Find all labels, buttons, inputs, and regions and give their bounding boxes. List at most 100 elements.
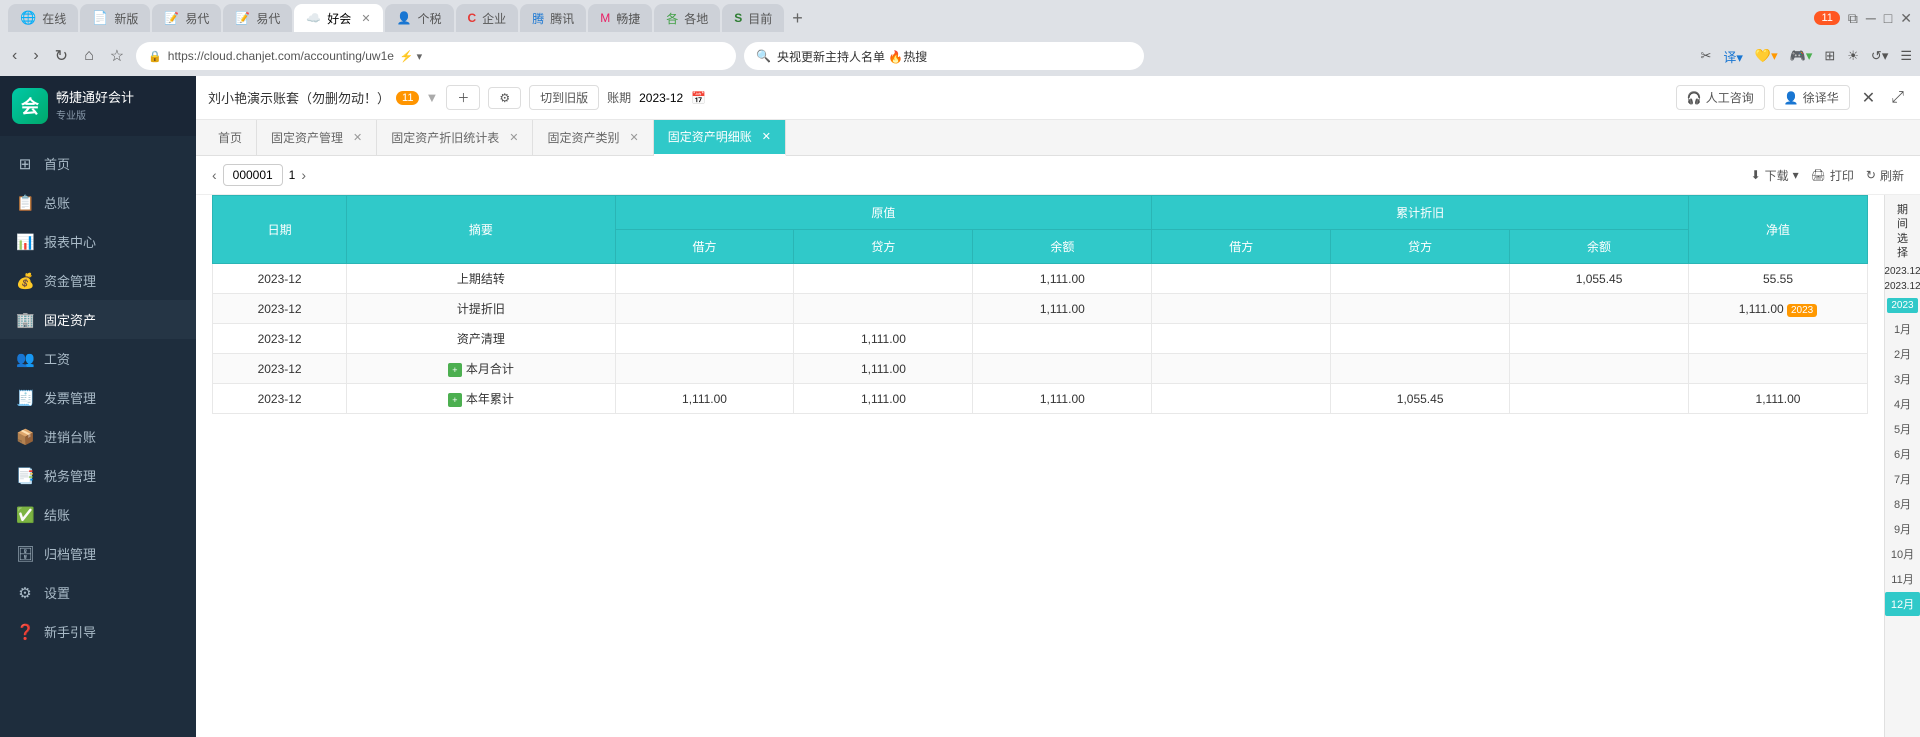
page-input[interactable] [223, 164, 283, 186]
forward-button[interactable]: › [29, 45, 42, 67]
history-icon[interactable]: ↺▾ [1871, 48, 1888, 64]
home-button[interactable]: ⌂ [80, 45, 98, 67]
table-cell [1331, 294, 1510, 324]
header-icons: 🎧 人工咨询 👤 徐译华 ✕ ⤢ [1676, 85, 1908, 110]
expand-button[interactable]: ⤢ [1887, 87, 1908, 109]
browser-tab-2[interactable]: 📄 新版 [80, 4, 150, 32]
tab-fixed-assets-mgmt-close[interactable]: ✕ [353, 131, 362, 144]
back-button[interactable]: ‹ [8, 45, 21, 67]
settings-small-button[interactable]: ⚙ [488, 87, 521, 109]
period-month[interactable]: 11月 [1885, 567, 1920, 591]
reports-icon: 📊 [16, 233, 34, 251]
period-month[interactable]: 6月 [1885, 442, 1920, 466]
period-month[interactable]: 8月 [1885, 492, 1920, 516]
period-date-to: 2023.12 [1884, 279, 1920, 294]
sidebar-item-stock[interactable]: 📦 进销台账 [0, 417, 196, 456]
browser-tab-10[interactable]: 各 各地 [654, 4, 720, 32]
reload-button[interactable]: ↻ [51, 44, 72, 68]
logo-text-area: 畅捷通好会计 专业版 [56, 90, 134, 122]
address-bar[interactable]: 🔒 https://cloud.chanjet.com/accounting/u… [136, 42, 736, 70]
user-button[interactable]: 👤 徐译华 [1773, 85, 1850, 110]
period-month[interactable]: 12月 [1885, 592, 1920, 616]
home-icon: ⊞ [16, 155, 34, 173]
sidebar-item-home[interactable]: ⊞ 首页 [0, 144, 196, 183]
tab-asset-category-close[interactable]: ✕ [630, 131, 639, 144]
sidebar-item-ledger[interactable]: 📋 总账 [0, 183, 196, 222]
menu-icon[interactable]: ☰ [1900, 48, 1912, 64]
period-month[interactable]: 5月 [1885, 417, 1920, 441]
tab9-label: 畅捷 [616, 10, 640, 27]
refresh-button[interactable]: ↻ 刷新 [1866, 167, 1904, 184]
translate-icon[interactable]: 译▾ [1723, 47, 1743, 66]
wallet-icon[interactable]: 💛▾ [1755, 48, 1778, 64]
table-cell: 2023-12 [213, 324, 347, 354]
period-month[interactable]: 7月 [1885, 467, 1920, 491]
tab-expand-icon[interactable]: ⧉ [1848, 10, 1858, 27]
search-bar[interactable]: 🔍 央视更新主持人名单 🔥热搜 [744, 42, 1144, 70]
download-icon: ⬇ [1751, 168, 1761, 182]
page-tabs: 首页 固定资产管理 ✕ 固定资产折旧统计表 ✕ 固定资产类别 ✕ 固定资产明细账… [196, 120, 1920, 156]
scissors-icon[interactable]: ✂ [1700, 48, 1711, 64]
sidebar-item-closing[interactable]: ✅ 结账 [0, 495, 196, 534]
tab-depreciation-stats[interactable]: 固定资产折旧统计表 ✕ [377, 120, 533, 156]
th-net-value: 净值 [1689, 196, 1868, 264]
collapse-button[interactable]: ✕ [1858, 86, 1879, 110]
tab-fixed-assets-mgmt[interactable]: 固定资产管理 ✕ [257, 120, 377, 156]
grid-icon[interactable]: ⊞ [1824, 48, 1835, 64]
archive-icon: 🗄 [16, 545, 34, 563]
sidebar-item-tax[interactable]: 📑 税务管理 [0, 456, 196, 495]
sidebar-item-archive-label: 归档管理 [44, 544, 96, 563]
prev-page-button[interactable]: ‹ [212, 167, 217, 183]
bookmark-button[interactable]: ☆ [106, 44, 128, 68]
browser-tab-6[interactable]: 👤 个税 [385, 4, 454, 32]
add-account-button[interactable]: ＋ [446, 85, 480, 110]
browser-tab-5[interactable]: ☁️ 好会 ✕ [294, 4, 382, 32]
print-button[interactable]: 🖨 打印 [1811, 167, 1854, 184]
download-button[interactable]: ⬇ 下载 ▾ [1751, 167, 1799, 184]
game-icon[interactable]: 🎮▾ [1790, 48, 1813, 64]
account-selector[interactable]: 刘小艳演示账套（勿删勿动！） 11 ▼ [208, 88, 438, 107]
next-page-button[interactable]: › [301, 167, 306, 183]
tab-depreciation-stats-close[interactable]: ✕ [509, 131, 518, 144]
calendar-icon[interactable]: 📅 [691, 91, 706, 105]
tab-asset-category[interactable]: 固定资产类别 ✕ [533, 120, 653, 156]
sidebar-item-invoice[interactable]: 🧾 发票管理 [0, 378, 196, 417]
browser-tab-4[interactable]: 📝 易代 [223, 4, 292, 32]
sidebar-item-funds[interactable]: 💰 资金管理 [0, 261, 196, 300]
period-month[interactable]: 4月 [1885, 392, 1920, 416]
new-tab-button[interactable]: + [786, 8, 809, 29]
period-month[interactable]: 1月 [1885, 317, 1920, 341]
browser-tab-1[interactable]: 🌐 在线 [8, 4, 78, 32]
tab5-close[interactable]: ✕ [361, 12, 370, 25]
year-badge[interactable]: 2023 [1887, 298, 1917, 313]
period-month[interactable]: 10月 [1885, 542, 1920, 566]
browser-tab-3[interactable]: 📝 易代 [152, 4, 221, 32]
browser-tab-9[interactable]: M 畅捷 [588, 4, 652, 32]
tab-asset-detail-ledger[interactable]: 固定资产明细账 ✕ [654, 120, 786, 156]
sidebar-item-payroll[interactable]: 👥 工资 [0, 339, 196, 378]
period-month[interactable]: 9月 [1885, 517, 1920, 541]
switch-version-button[interactable]: 切到旧版 [529, 85, 599, 110]
stock-icon: 📦 [16, 428, 34, 446]
maximize-icon[interactable]: □ [1884, 10, 1892, 26]
browser-tab-11[interactable]: S 目前 [722, 4, 784, 32]
brightness-icon[interactable]: ☀ [1847, 48, 1859, 64]
table-cell [1510, 384, 1689, 414]
period-month[interactable]: 2月 [1885, 342, 1920, 366]
sidebar-item-reports[interactable]: 📊 报表中心 [0, 222, 196, 261]
payroll-icon: 👥 [16, 350, 34, 368]
sidebar-item-guide[interactable]: ❓ 新手引导 [0, 612, 196, 651]
sidebar-item-archive[interactable]: 🗄 归档管理 [0, 534, 196, 573]
minimize-icon[interactable]: ─ [1866, 10, 1876, 26]
sidebar-item-settings[interactable]: ⚙ 设置 [0, 573, 196, 612]
period-month[interactable]: 3月 [1885, 367, 1920, 391]
tab-asset-detail-ledger-close[interactable]: ✕ [762, 130, 771, 143]
period-label: 账期 [607, 89, 631, 106]
tab-home[interactable]: 首页 [204, 120, 257, 156]
browser-tab-7[interactable]: C 企业 [456, 4, 519, 32]
address-bar-row: ‹ › ↻ ⌂ ☆ 🔒 https://cloud.chanjet.com/ac… [0, 36, 1920, 76]
support-button[interactable]: 🎧 人工咨询 [1676, 85, 1765, 110]
browser-tab-8[interactable]: 腾 腾讯 [520, 4, 586, 32]
close-icon[interactable]: ✕ [1900, 10, 1912, 27]
sidebar-item-fixed-assets[interactable]: 🏢 固定资产 [0, 300, 196, 339]
